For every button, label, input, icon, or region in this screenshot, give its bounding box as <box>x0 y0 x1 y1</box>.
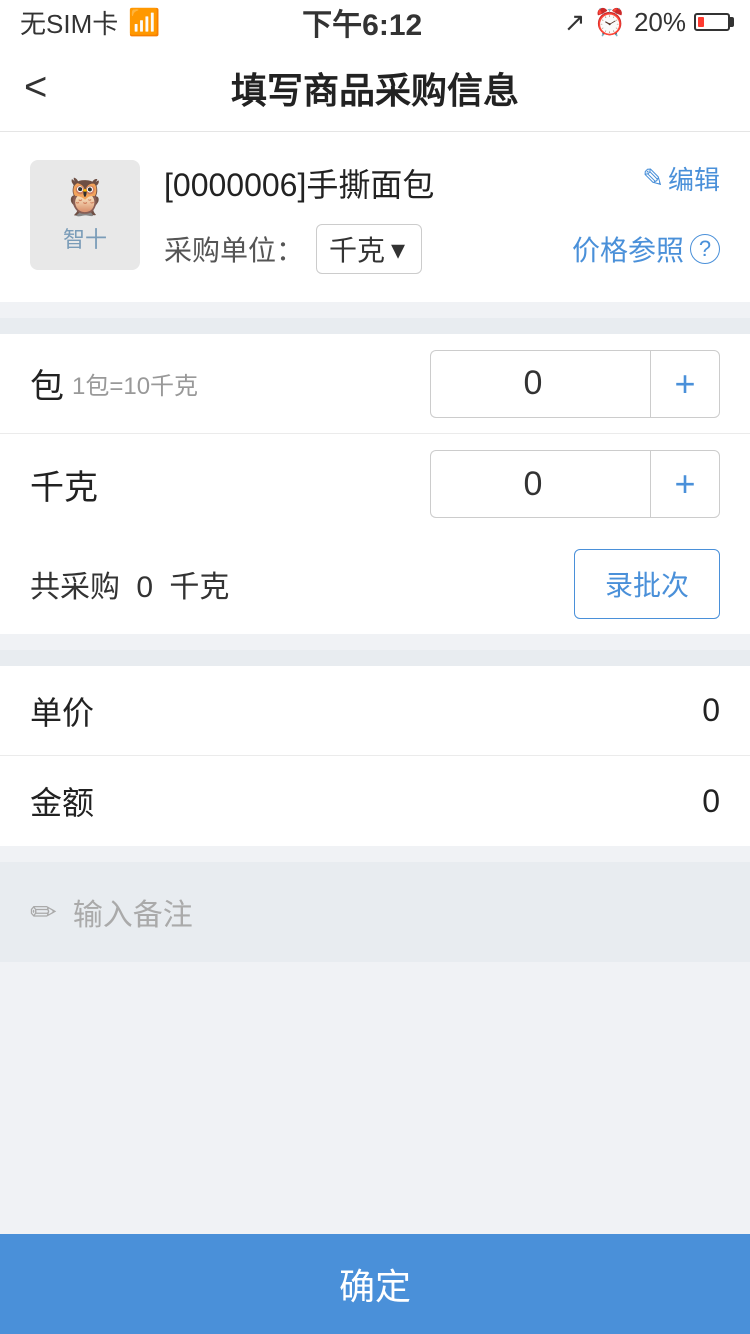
edit-label: 编辑 <box>668 160 720 197</box>
battery-icon <box>694 13 730 31</box>
batch-label: 录批次 <box>605 570 689 601</box>
amount-row: 金额 0 <box>0 756 750 846</box>
bag-label: 包 <box>30 359 64 408</box>
unit-price-label: 单价 <box>30 688 94 734</box>
nav-bar: < 填写商品采购信息 <box>0 44 750 132</box>
kg-quantity-input[interactable] <box>430 450 650 518</box>
location-icon: ↗ <box>564 7 586 38</box>
product-owl-icon: 🦉 <box>63 176 108 218</box>
page-title: 填写商品采购信息 <box>231 62 519 114</box>
kg-input-row: 千克 + <box>0 434 750 534</box>
help-icon: ? <box>690 234 720 264</box>
note-section[interactable]: ✏ 输入备注 <box>0 862 750 962</box>
product-name: [0000006]手撕面包 <box>164 160 434 206</box>
back-icon: < <box>24 65 47 110</box>
kg-plus-button[interactable]: + <box>650 450 720 518</box>
amount-label: 金额 <box>30 778 94 824</box>
divider-2 <box>0 650 750 666</box>
bag-sublabel: 1包=10千克 <box>72 366 198 401</box>
time-label: 下午6:12 <box>302 0 422 44</box>
summary-prefix: 共采购 <box>30 571 120 604</box>
divider-1 <box>0 318 750 334</box>
confirm-button[interactable]: 确定 <box>0 1234 750 1334</box>
kg-label: 千克 <box>30 460 98 509</box>
note-placeholder: 输入备注 <box>73 890 193 934</box>
unit-value: 千克 <box>329 229 385 269</box>
kg-quantity-wrapper: + <box>430 450 720 518</box>
summary-amount: 0 <box>136 571 153 604</box>
wifi-icon: 📶 <box>128 7 160 38</box>
unit-price-value: 0 <box>702 692 720 729</box>
status-bar: 无SIM卡 📶 下午6:12 ↗ ⏰ 20% <box>0 0 750 44</box>
status-left: 无SIM卡 📶 <box>20 4 161 41</box>
product-info: [0000006]手撕面包 ✎ 编辑 采购单位： 千克 ▾ 价格参照 ? <box>164 160 720 274</box>
dropdown-arrow-icon: ▾ <box>391 233 405 266</box>
unit-price-row: 单价 0 <box>0 666 750 756</box>
edit-button[interactable]: ✎ 编辑 <box>642 160 720 197</box>
bag-plus-button[interactable]: + <box>650 350 720 418</box>
note-pencil-icon: ✏ <box>30 893 57 931</box>
unit-label: 采购单位： <box>164 229 304 269</box>
alarm-icon: ⏰ <box>594 7 626 38</box>
price-ref-label: 价格参照 <box>572 229 684 269</box>
confirm-label: 确定 <box>339 1258 411 1310</box>
summary-unit: 千克 <box>169 571 229 604</box>
back-button[interactable]: < <box>24 65 47 110</box>
amount-value: 0 <box>702 783 720 820</box>
bag-input-row: 包 1包=10千克 + <box>0 334 750 434</box>
brand-label: 智十 <box>63 222 107 254</box>
bag-quantity-input[interactable] <box>430 350 650 418</box>
unit-dropdown[interactable]: 千克 ▾ <box>316 224 422 274</box>
carrier-label: 无SIM卡 <box>20 4 118 41</box>
batch-button[interactable]: 录批次 <box>574 549 720 619</box>
status-right: ↗ ⏰ 20% <box>564 7 730 38</box>
price-section: 单价 0 金额 0 <box>0 666 750 846</box>
bag-quantity-wrapper: + <box>430 350 720 418</box>
product-image: 🦉 智十 <box>30 160 140 270</box>
summary-row: 共采购 0 千克 录批次 <box>0 534 750 634</box>
battery-percentage: 20% <box>634 7 686 38</box>
product-card: 🦉 智十 [0000006]手撕面包 ✎ 编辑 采购单位： 千克 ▾ 价格参照 <box>0 132 750 302</box>
edit-icon: ✎ <box>642 163 664 194</box>
unit-selector: 采购单位： 千克 ▾ <box>164 224 422 274</box>
summary-text: 共采购 0 千克 <box>30 562 229 606</box>
price-ref-button[interactable]: 价格参照 ? <box>572 229 720 269</box>
input-section: 包 1包=10千克 + 千克 + <box>0 334 750 534</box>
